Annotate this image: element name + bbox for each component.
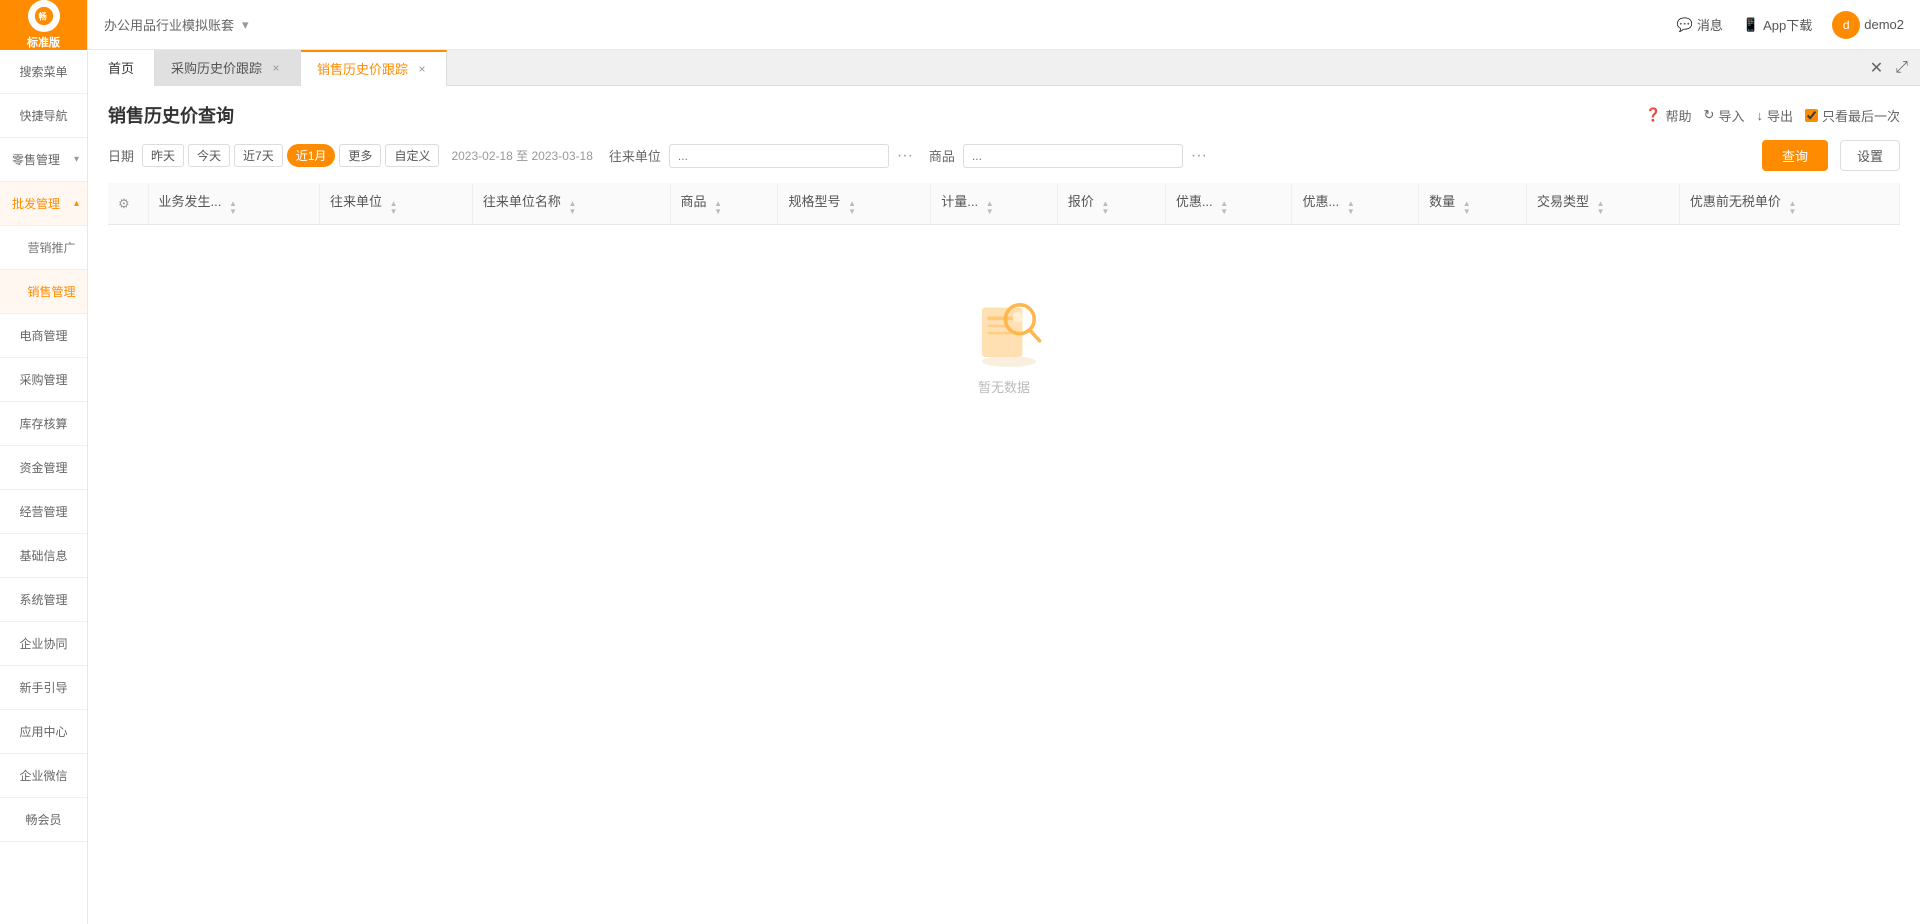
sidebar-item-search[interactable]: 搜索菜单 xyxy=(0,50,87,94)
app-download-btn[interactable]: 📱 App下载 xyxy=(1743,15,1812,34)
sidebar-item-vip[interactable]: 畅会员 xyxy=(0,798,87,842)
tabs-bar: 首页 采购历史价跟踪 × 销售历史价跟踪 × ✕ ⤢ xyxy=(88,50,1920,86)
col-discount2[interactable]: 优惠... ▲▼ xyxy=(1292,183,1419,225)
message-icon: 💬 xyxy=(1677,17,1693,33)
goods-filter-input[interactable] xyxy=(963,144,1183,168)
sidebar-item-ecommerce[interactable]: 电商管理 xyxy=(0,314,87,358)
date-btn-yesterday[interactable]: 昨天 xyxy=(142,144,184,167)
tab-purchase-history[interactable]: 采购历史价跟踪 × xyxy=(155,50,301,86)
help-icon: ❓ xyxy=(1645,107,1661,123)
date-btn-custom[interactable]: 自定义 xyxy=(385,144,439,167)
col-qty[interactable]: 数量 ▲▼ xyxy=(1419,183,1527,225)
export-icon: ↓ xyxy=(1756,108,1763,123)
sidebar-item-guide[interactable]: 新手引导 xyxy=(0,666,87,710)
settings-button[interactable]: 设置 xyxy=(1840,140,1900,171)
goods-filter-dots[interactable]: ··· xyxy=(1191,147,1207,165)
topbar: 办公用品行业模拟账套 ▾ 💬 消息 📱 App下载 d demo2 xyxy=(88,0,1920,50)
import-btn[interactable]: ↻ 导入 xyxy=(1704,106,1745,125)
avatar: d xyxy=(1832,11,1860,39)
date-btn-today[interactable]: 今天 xyxy=(188,144,230,167)
tab-home[interactable]: 首页 xyxy=(88,50,155,86)
app-version-label: 标准版 xyxy=(27,34,60,50)
col-discount1[interactable]: 优惠... ▲▼ xyxy=(1165,183,1292,225)
query-button[interactable]: 查询 xyxy=(1762,140,1828,171)
empty-illustration xyxy=(964,285,1044,365)
goods-filter-label: 商品 xyxy=(929,146,955,165)
phone-icon: 📱 xyxy=(1743,17,1759,33)
expand-tabs-icon[interactable]: ⤢ xyxy=(1891,55,1912,81)
col-gear: ⚙ xyxy=(108,183,148,225)
date-btn-7days[interactable]: 近7天 xyxy=(234,144,283,167)
col-pre-tax-price[interactable]: 优惠前无税单价 ▲▼ xyxy=(1679,183,1899,225)
topbar-right: 💬 消息 📱 App下载 d demo2 xyxy=(1677,11,1904,39)
sidebar-item-enterprise[interactable]: 企业协同 xyxy=(0,622,87,666)
dropdown-icon[interactable]: ▾ xyxy=(242,17,249,33)
goods-filter-group: 商品 ··· xyxy=(929,144,1207,168)
message-btn[interactable]: 💬 消息 xyxy=(1677,15,1723,34)
close-tab-purchase[interactable]: × xyxy=(268,60,284,76)
chevron-up-icon: ▴ xyxy=(74,198,79,209)
date-buttons: 昨天 今天 近7天 近1月 更多 自定义 xyxy=(142,144,439,167)
sidebar-item-sales[interactable]: 销售管理 xyxy=(0,270,87,314)
sidebar-item-shortcuts[interactable]: 快捷导航 xyxy=(0,94,87,138)
gear-icon[interactable]: ⚙ xyxy=(118,196,130,211)
empty-state: 暂无数据 xyxy=(108,225,1900,456)
col-spec[interactable]: 规格型号 ▲▼ xyxy=(778,183,931,225)
sidebar-item-inventory[interactable]: 库存核算 xyxy=(0,402,87,446)
import-icon: ↻ xyxy=(1704,107,1715,123)
sales-history-table: ⚙ 业务发生... ▲▼ 往来单位 ▲▼ 往来单位名称 ▲▼ xyxy=(108,183,1900,225)
chevron-down-icon: ▾ xyxy=(74,154,79,165)
date-range-display: 2023-02-18 至 2023-03-18 xyxy=(451,147,592,164)
sidebar-item-retail[interactable]: 零售管理 ▾ xyxy=(0,138,87,182)
topbar-title: 办公用品行业模拟账套 xyxy=(104,15,234,34)
content-area: 销售历史价查询 ❓ 帮助 ↻ 导入 ↓ 导出 只看最后一次 xyxy=(88,86,1920,924)
page-header-actions: ❓ 帮助 ↻ 导入 ↓ 导出 只看最后一次 xyxy=(1645,106,1900,125)
topbar-left: 办公用品行业模拟账套 ▾ xyxy=(104,15,249,34)
export-btn[interactable]: ↓ 导出 xyxy=(1756,106,1793,125)
col-unit[interactable]: 计量... ▲▼ xyxy=(931,183,1058,225)
col-partner-name[interactable]: 往来单位名称 ▲▼ xyxy=(472,183,670,225)
last-only-input[interactable] xyxy=(1805,109,1818,122)
partner-filter-group: 往来单位 ··· xyxy=(609,144,913,168)
help-btn[interactable]: ❓ 帮助 xyxy=(1645,106,1691,125)
close-all-tabs-icon[interactable]: ✕ xyxy=(1866,54,1887,82)
page-title: 销售历史价查询 xyxy=(108,102,234,128)
date-filter-group: 日期 昨天 今天 近7天 近1月 更多 自定义 2023-02-18 至 202… xyxy=(108,144,593,167)
date-btn-more[interactable]: 更多 xyxy=(339,144,381,167)
sidebar-item-marketing[interactable]: 营销推广 xyxy=(0,226,87,270)
sidebar-item-wechat[interactable]: 企业微信 xyxy=(0,754,87,798)
logo-icon: 畅 xyxy=(28,0,60,32)
date-filter-label: 日期 xyxy=(108,146,134,165)
table-container: ⚙ 业务发生... ▲▼ 往来单位 ▲▼ 往来单位名称 ▲▼ xyxy=(88,183,1920,924)
partner-filter-label: 往来单位 xyxy=(609,146,661,165)
main-area: 办公用品行业模拟账套 ▾ 💬 消息 📱 App下载 d demo2 首页 采购历… xyxy=(88,0,1920,924)
date-btn-1month[interactable]: 近1月 xyxy=(287,144,336,167)
col-biz-date[interactable]: 业务发生... ▲▼ xyxy=(148,183,320,225)
col-price[interactable]: 报价 ▲▼ xyxy=(1057,183,1165,225)
page-header: 销售历史价查询 ❓ 帮助 ↻ 导入 ↓ 导出 只看最后一次 xyxy=(88,86,1920,128)
sidebar-item-system[interactable]: 系统管理 xyxy=(0,578,87,622)
close-tab-sales[interactable]: × xyxy=(414,61,430,77)
empty-text: 暂无数据 xyxy=(978,377,1030,396)
app-logo[interactable]: 畅 标准版 xyxy=(0,0,87,50)
filter-action-buttons: 查询 设置 xyxy=(1762,140,1900,171)
filter-bar: 日期 昨天 今天 近7天 近1月 更多 自定义 2023-02-18 至 202… xyxy=(88,128,1920,183)
partner-filter-input[interactable] xyxy=(669,144,889,168)
last-only-checkbox[interactable]: 只看最后一次 xyxy=(1805,106,1900,125)
tab-sales-history[interactable]: 销售历史价跟踪 × xyxy=(301,50,447,86)
sidebar-item-finance[interactable]: 资金管理 xyxy=(0,446,87,490)
sidebar: 畅 标准版 搜索菜单 快捷导航 零售管理 ▾ 批发管理 ▴ 营销推广 销售管理 … xyxy=(0,0,88,924)
sidebar-item-basic-info[interactable]: 基础信息 xyxy=(0,534,87,578)
partner-filter-dots[interactable]: ··· xyxy=(897,147,913,165)
sidebar-item-purchase[interactable]: 采购管理 xyxy=(0,358,87,402)
sidebar-item-wholesale[interactable]: 批发管理 ▴ xyxy=(0,182,87,226)
sidebar-item-operations[interactable]: 经营管理 xyxy=(0,490,87,534)
user-menu[interactable]: d demo2 xyxy=(1832,11,1904,39)
col-trade-type[interactable]: 交易类型 ▲▼ xyxy=(1527,183,1680,225)
sidebar-item-apps[interactable]: 应用中心 xyxy=(0,710,87,754)
svg-text:畅: 畅 xyxy=(38,12,46,22)
tabs-actions: ✕ ⤢ xyxy=(1866,54,1920,82)
col-partner-code[interactable]: 往来单位 ▲▼ xyxy=(320,183,473,225)
col-goods[interactable]: 商品 ▲▼ xyxy=(670,183,778,225)
